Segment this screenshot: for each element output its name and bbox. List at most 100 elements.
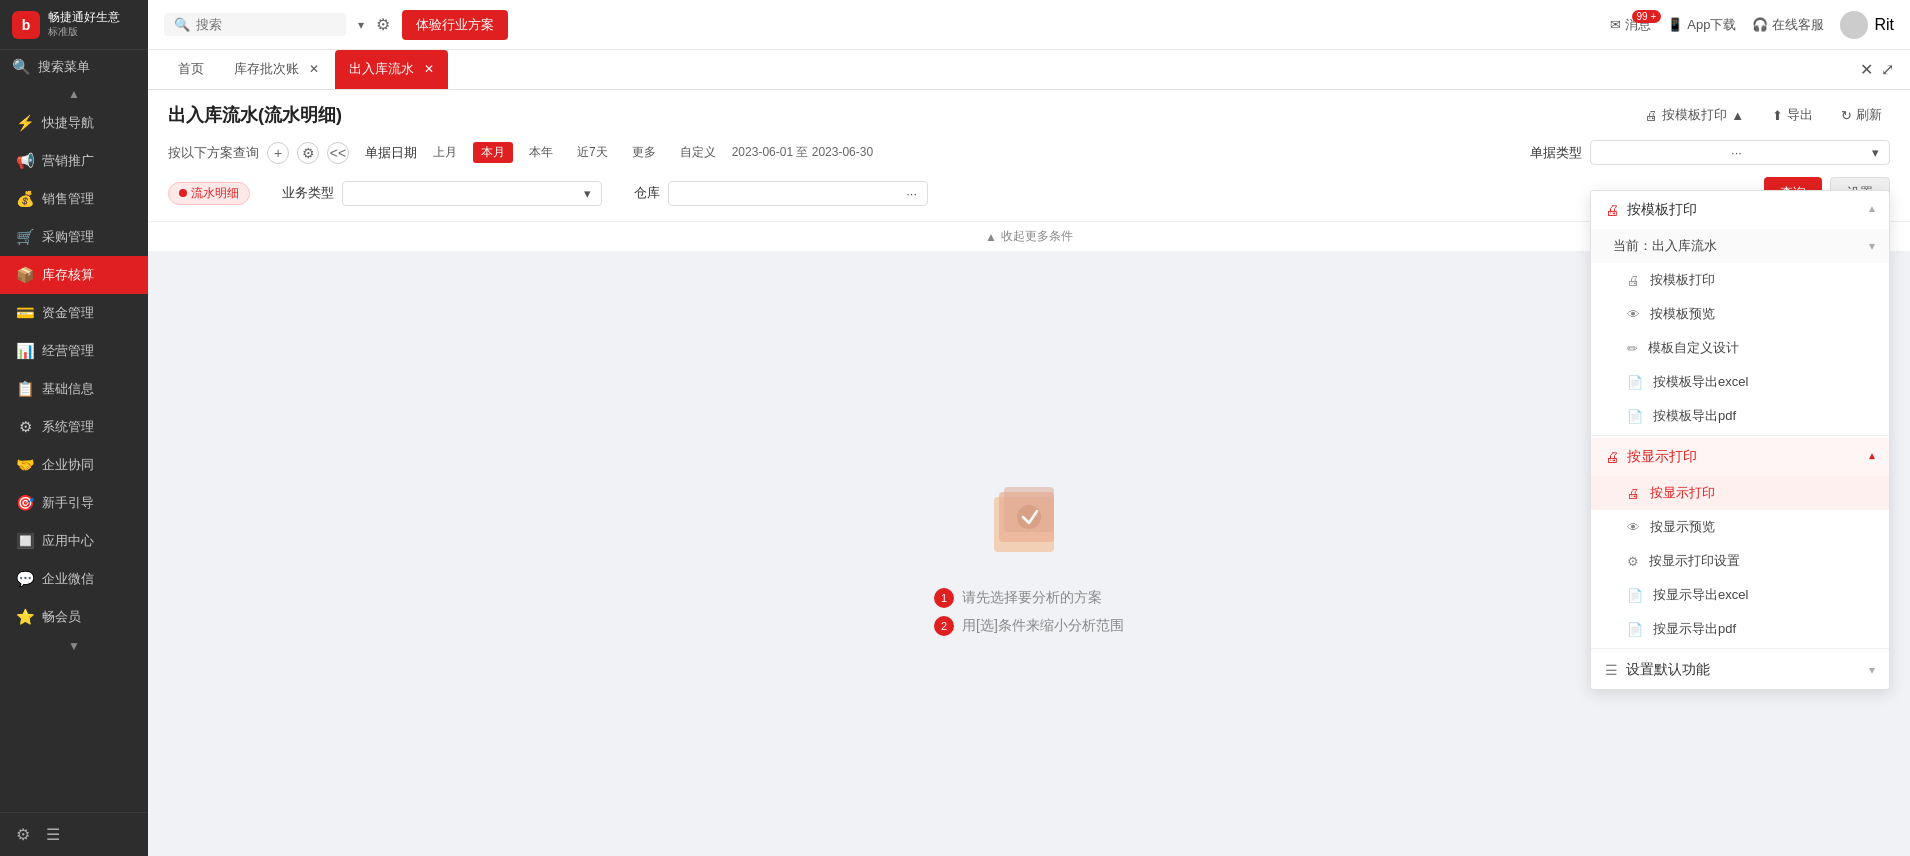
sidebar: b 畅捷通好生意 标准版 🔍 搜索菜单 ▲ ⚡ 快捷导航 📢 营销推广 💰 销售… [0, 0, 148, 856]
dropdown-display-header[interactable]: 🖨 按显示打印 ▾ [1591, 438, 1889, 476]
top-header: 🔍 ▾ ⚙ 体验行业方案 ✉ 消息 99 + 📱 App下载 🎧 在线客服 R [148, 0, 1910, 50]
dropdown-default-fn[interactable]: ☰ 设置默认功能 ▾ [1591, 651, 1889, 689]
dropdown-item-template-design[interactable]: ✏ 模板自定义设计 [1591, 331, 1889, 365]
business-type-select[interactable]: ▾ [342, 181, 602, 206]
download-icon: 📱 [1667, 17, 1683, 32]
header-gear-icon[interactable]: ⚙ [376, 15, 390, 34]
sidebar-item-cooperation[interactable]: 🤝 企业协同 [0, 446, 148, 484]
online-service-action[interactable]: 🎧 在线客服 [1752, 16, 1824, 34]
sidebar-item-membership[interactable]: ⭐ 畅会员 [0, 598, 148, 636]
date-tab-more[interactable]: 更多 [624, 142, 664, 163]
search-input[interactable] [196, 17, 336, 32]
tab-batch-account[interactable]: 库存批次账 ✕ [220, 50, 333, 89]
dropdown-item-template-excel[interactable]: 📄 按模板导出excel [1591, 365, 1889, 399]
sidebar-item-quick-nav[interactable]: ⚡ 快捷导航 [0, 104, 148, 142]
sidebar-item-finance[interactable]: 💳 资金管理 [0, 294, 148, 332]
filter-setting-button[interactable]: ⚙ [297, 142, 319, 164]
sidebar-item-apps[interactable]: 🔲 应用中心 [0, 522, 148, 560]
date-range-display: 2023-06-01 至 2023-06-30 [732, 144, 873, 161]
menu-toggle-icon[interactable]: ☰ [46, 825, 60, 844]
current-sub-chevron: ▾ [1869, 239, 1875, 253]
print-icon: 🖨 [1645, 108, 1658, 123]
trial-button[interactable]: 体验行业方案 [402, 10, 508, 40]
sidebar-footer: ⚙ ☰ [0, 812, 148, 856]
app-name: 畅捷通好生意 [48, 10, 120, 26]
dropdown-item-display-preview[interactable]: 👁 按显示预览 [1591, 510, 1889, 544]
sidebar-item-newbie[interactable]: 🎯 新手引导 [0, 484, 148, 522]
sidebar-item-purchase[interactable]: 🛒 采购管理 [0, 218, 148, 256]
print-template-btn[interactable]: 🖨 按模板打印 ▲ [1637, 102, 1752, 128]
tab-close-btn[interactable]: ✕ [1860, 60, 1873, 79]
wechat-icon: 💬 [16, 570, 34, 588]
top-search-bar[interactable]: 🔍 [164, 13, 346, 36]
sidebar-item-newbie-label: 新手引导 [42, 494, 94, 512]
scheme-tag-label: 流水明细 [191, 185, 239, 202]
user-info[interactable]: Rit [1840, 11, 1894, 39]
type-select-more[interactable]: ··· [1731, 145, 1742, 160]
sidebar-scroll: ▲ ⚡ 快捷导航 📢 营销推广 💰 销售管理 🛒 采购管理 📦 库存核算 💳 资… [0, 84, 148, 812]
avatar [1840, 11, 1868, 39]
sidebar-item-apps-label: 应用中心 [42, 532, 94, 550]
sidebar-item-wechat[interactable]: 💬 企业微信 [0, 560, 148, 598]
date-tab-7days[interactable]: 近7天 [569, 142, 616, 163]
tab-flow-close[interactable]: ✕ [424, 62, 434, 76]
message-action[interactable]: ✉ 消息 99 + [1610, 16, 1651, 34]
type-select-chevron: ▾ [1872, 145, 1879, 160]
display-excel-label: 按显示导出excel [1653, 586, 1748, 604]
sidebar-item-sales[interactable]: 💰 销售管理 [0, 180, 148, 218]
warehouse-select[interactable]: ··· [668, 181, 928, 206]
warehouse-label: 仓库 [634, 184, 660, 202]
dropdown-item-template-preview[interactable]: 👁 按模板预览 [1591, 297, 1889, 331]
business-type-chevron: ▾ [584, 186, 591, 201]
date-tab-this-month[interactable]: 本月 [473, 142, 513, 163]
dropdown-item-template-print[interactable]: 🖨 按模板打印 [1591, 263, 1889, 297]
sidebar-item-search[interactable]: 🔍 搜索菜单 [0, 50, 148, 84]
tab-expand-btn[interactable]: ⤢ [1881, 60, 1894, 79]
dropdown-item-display-pdf[interactable]: 📄 按显示导出pdf [1591, 612, 1889, 646]
refresh-btn[interactable]: ↻ 刷新 [1833, 102, 1890, 128]
apps-icon: 🔲 [16, 532, 34, 550]
dropdown-template-header[interactable]: 🖨 按模板打印 ▾ [1591, 191, 1889, 229]
app-version: 标准版 [48, 25, 120, 39]
dropdown-item-template-pdf[interactable]: 📄 按模板导出pdf [1591, 399, 1889, 433]
sidebar-item-system[interactable]: ⚙ 系统管理 [0, 408, 148, 446]
date-filter-field: 单据日期 上月 本月 本年 近7天 更多 自定义 2023-06-01 至 20… [365, 142, 873, 163]
hint-num-2: 2 [934, 616, 954, 636]
filter-collapse-button[interactable]: << [327, 142, 349, 164]
filter-add-button[interactable]: + [267, 142, 289, 164]
marketing-icon: 📢 [16, 152, 34, 170]
sidebar-scroll-down[interactable]: ▼ [0, 636, 148, 656]
sidebar-item-inventory[interactable]: 📦 库存核算 [0, 256, 148, 294]
tab-flow[interactable]: 出入库流水 ✕ [335, 50, 448, 89]
date-tab-custom[interactable]: 自定义 [672, 142, 724, 163]
tab-bar: 首页 库存批次账 ✕ 出入库流水 ✕ ✕ ⤢ [148, 50, 1910, 90]
date-tab-this-year[interactable]: 本年 [521, 142, 561, 163]
sidebar-scroll-up[interactable]: ▲ [0, 84, 148, 104]
sidebar-item-basic[interactable]: 📋 基础信息 [0, 370, 148, 408]
filter-label-bar: 按以下方案查询 + ⚙ << [168, 142, 349, 164]
type-select[interactable]: ··· ▾ [1590, 140, 1890, 165]
tab-home[interactable]: 首页 [164, 50, 218, 89]
date-tab-last-month[interactable]: 上月 [425, 142, 465, 163]
dropdown-item-display-excel[interactable]: 📄 按显示导出excel [1591, 578, 1889, 612]
sidebar-item-operation[interactable]: 📊 经营管理 [0, 332, 148, 370]
tab-flow-label: 出入库流水 [349, 60, 414, 78]
display-excel-icon: 📄 [1627, 588, 1643, 603]
dropdown-divider-1 [1591, 435, 1889, 436]
svg-point-3 [1017, 505, 1041, 529]
template-pdf-label: 按模板导出pdf [1653, 407, 1736, 425]
settings-icon[interactable]: ⚙ [16, 825, 30, 844]
dropdown-item-display-settings[interactable]: ⚙ 按显示打印设置 [1591, 544, 1889, 578]
search-icon: 🔍 [12, 58, 30, 76]
dropdown-item-display-print[interactable]: 🖨 按显示打印 [1591, 476, 1889, 510]
display-header-icon: 🖨 [1605, 449, 1619, 465]
sidebar-item-marketing[interactable]: 📢 营销推广 [0, 142, 148, 180]
warehouse-more[interactable]: ··· [906, 186, 917, 201]
search-dropdown-icon[interactable]: ▾ [358, 18, 364, 32]
export-btn[interactable]: ⬆ 导出 [1764, 102, 1821, 128]
service-icon: 🎧 [1752, 17, 1768, 32]
app-download-action[interactable]: 📱 App下载 [1667, 16, 1736, 34]
dropdown-current-sub[interactable]: 当前：出入库流水 ▾ [1591, 229, 1889, 263]
tab-batch-account-close[interactable]: ✕ [309, 62, 319, 76]
search-icon-header: 🔍 [174, 17, 190, 32]
